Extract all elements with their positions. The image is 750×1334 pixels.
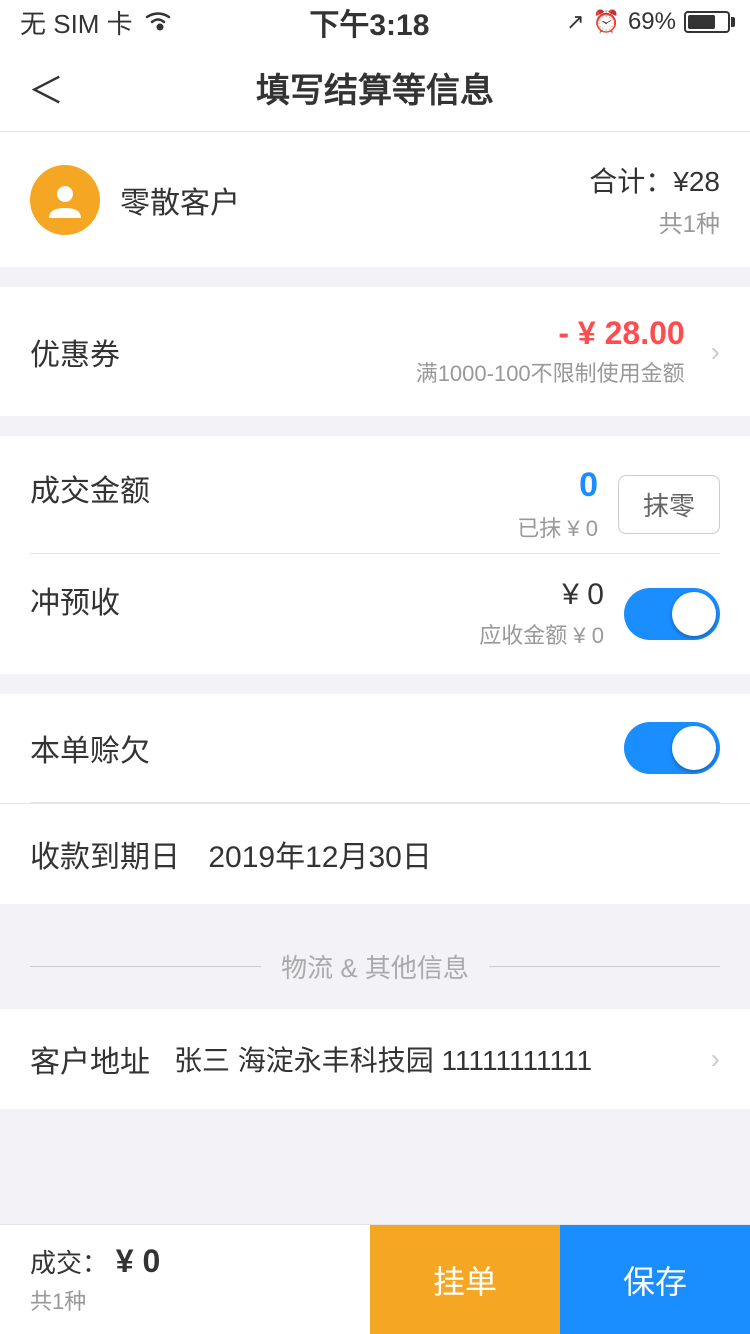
footer-deal-row: 成交： ¥ 0 [30,1243,340,1280]
footer-amount: ¥ 0 [116,1243,160,1279]
prepayment-toggle[interactable] [624,588,720,640]
coupon-discount: - ¥ 28.00 满1000-100不限制使用金额 [416,315,685,388]
toggle-knob [672,592,716,636]
total-price: 合计：¥28 [589,160,720,200]
footer-deal-label: 成交： [30,1248,108,1278]
alarm-icon: ⏰ [593,9,620,35]
deal-amount-value: 0 [517,466,598,505]
round-zero-button[interactable]: 抹零 [618,475,720,534]
status-bar: 无 SIM 卡 下午3:18 ↗ ⏰ 69% [0,0,750,44]
location-icon: ↗ [566,9,584,35]
prepayment-value: ¥ 0 [479,578,604,612]
content: 零散客户 合计：¥28 共1种 优惠券 - ¥ 28.00 满1000-100不… [0,132,750,1329]
transaction-section: 成交金额 0 已抹 ¥ 0 抹零 冲预收 ¥ 0 应收金额 ¥ 0 [0,436,750,674]
status-left: 无 SIM 卡 [20,4,173,41]
debt-toggle-knob [672,726,716,770]
due-date-value: 2019年12月30日 [208,841,431,874]
discount-desc: 满1000-100不限制使用金额 [416,356,685,388]
discount-amount: - ¥ 28.00 [416,315,685,352]
customer-right: 合计：¥28 共1种 [589,160,720,239]
deal-amount-row: 成交金额 0 已抹 ¥ 0 抹零 [0,436,750,553]
coupon-row[interactable]: 优惠券 - ¥ 28.00 满1000-100不限制使用金额 › [0,287,750,416]
customer-name: 零散客户 [120,178,240,222]
status-time: 下午3:18 [309,0,429,44]
avatar [30,165,100,235]
deal-amount-subtext: 已抹 ¥ 0 [517,511,598,543]
total-count: 共1种 [589,204,720,239]
address-value: 张三 海淀永丰科技园 11111111111 [174,1039,687,1079]
battery-icon [684,11,730,33]
customer-section: 零散客户 合计：¥28 共1种 [0,132,750,267]
coupon-right: - ¥ 28.00 满1000-100不限制使用金额 › [416,315,720,388]
sep-line-right [489,966,720,967]
coupon-section: 优惠券 - ¥ 28.00 满1000-100不限制使用金额 › [0,287,750,416]
nav-bar: ＜ 填写结算等信息 [0,44,750,132]
due-date-row: 收款到期日 2019年12月30日 [0,803,750,904]
coupon-chevron-icon: › [711,336,720,368]
logistics-sep-text: 物流 & 其他信息 [281,948,469,985]
address-chevron-icon: › [711,1043,720,1075]
battery-percent: 69% [628,8,676,36]
debt-toggle[interactable] [624,722,720,774]
footer-count: 共1种 [30,1284,340,1316]
due-date-label: 收款到期日 [30,841,180,874]
logistics-separator: 物流 & 其他信息 [0,924,750,1009]
customer-row: 零散客户 合计：¥28 共1种 [0,132,750,267]
footer: 成交： ¥ 0 共1种 挂单 保存 [0,1224,750,1334]
debt-label: 本单赊欠 [30,726,150,770]
page-title: 填写结算等信息 [256,63,494,112]
debt-row: 本单赊欠 [0,694,750,802]
sep-line-left [30,966,261,967]
deal-amount-label: 成交金额 [30,466,150,510]
address-section: 客户地址 张三 海淀永丰科技园 11111111111 › [0,1009,750,1109]
back-button[interactable]: ＜ [28,62,64,114]
debt-section: 本单赊欠 收款到期日 2019年12月30日 [0,694,750,904]
prepayment-subtext: 应收金额 ¥ 0 [479,618,604,650]
coupon-label: 优惠券 [30,330,120,374]
no-sim-text: 无 SIM 卡 [20,4,133,41]
prepayment-label: 冲预收 [30,578,120,622]
status-right: ↗ ⏰ 69% [566,8,730,36]
save-button[interactable]: 保存 [560,1225,750,1334]
wifi-icon [143,7,173,38]
address-row[interactable]: 客户地址 张三 海淀永丰科技园 11111111111 › [0,1009,750,1109]
address-label: 客户地址 [30,1037,150,1081]
footer-info: 成交： ¥ 0 共1种 [0,1225,370,1334]
customer-left: 零散客户 [30,165,240,235]
hang-button[interactable]: 挂单 [370,1225,560,1334]
prepayment-row: 冲预收 ¥ 0 应收金额 ¥ 0 [0,554,750,674]
